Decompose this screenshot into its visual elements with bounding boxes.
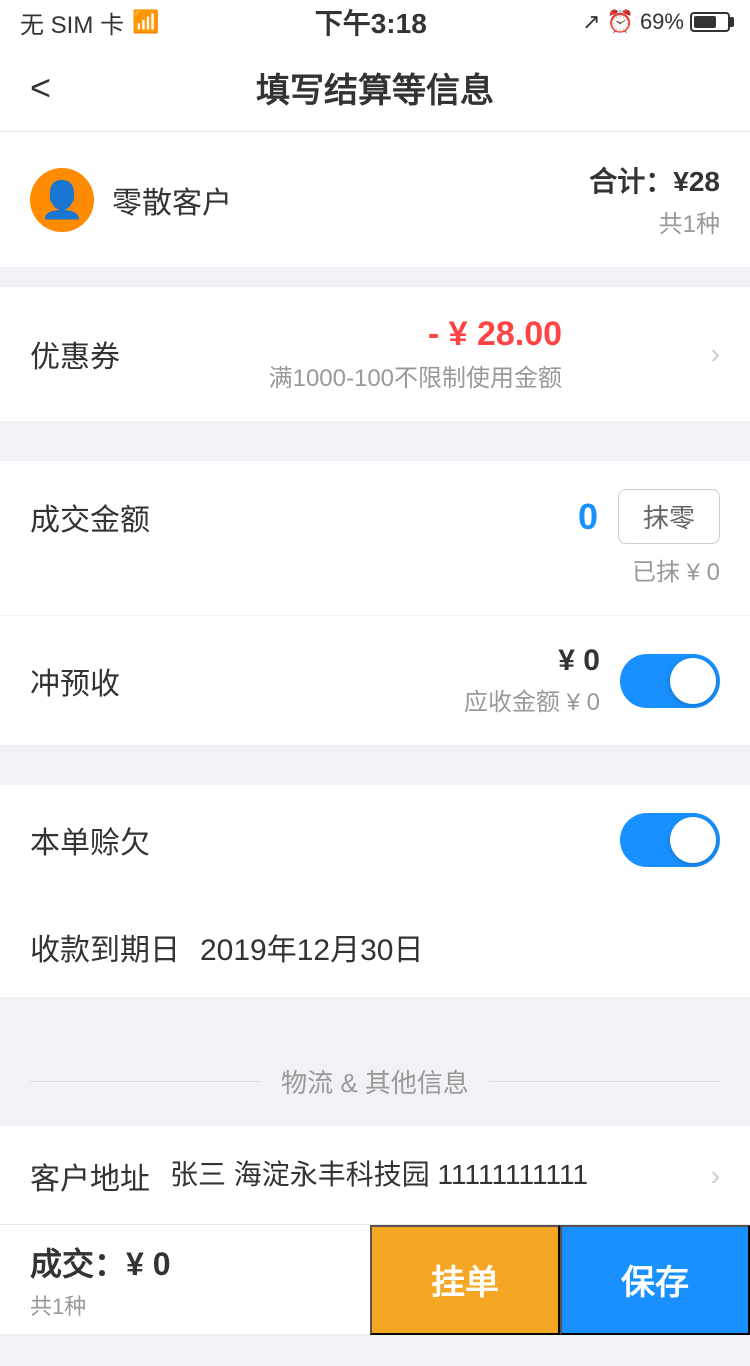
- chevron-right-icon: ›: [711, 338, 720, 370]
- precollect-row: 冲预收 ¥ 0 应收金额 ¥ 0: [0, 615, 750, 745]
- logistics-text: 物流 & 其他信息: [281, 1063, 469, 1100]
- debt-toggle-knob: [670, 817, 716, 863]
- customer-name: 零散客户: [112, 178, 232, 222]
- battery-percent: 69%: [640, 9, 684, 35]
- precollect-sub: 应收金额 ¥ 0: [464, 682, 600, 717]
- toggle-knob: [670, 658, 716, 704]
- customer-row: 👤 零散客户 合计：¥28 共1种: [0, 132, 750, 267]
- customer-section: 👤 零散客户 合计：¥28 共1种: [0, 132, 750, 267]
- carrier-label: 无 SIM 卡: [20, 5, 124, 40]
- amount-value: 0: [558, 496, 598, 538]
- bottom-bar: 成交：¥ 0 共1种 挂单 保存: [0, 1224, 750, 1334]
- logistics-line-left: [30, 1081, 261, 1082]
- coupon-section[interactable]: 优惠券 - ¥ 28.00 满1000-100不限制使用金额 ›: [0, 287, 750, 421]
- address-chevron-icon: ›: [711, 1160, 720, 1192]
- total-sub: 共1种: [589, 204, 720, 239]
- debt-section: 本单赊欠 收款到期日 2019年12月30日: [0, 785, 750, 997]
- divider-2: [0, 765, 750, 785]
- duedate-label: 收款到期日: [30, 925, 180, 969]
- bottom-count: 共1种: [30, 1289, 340, 1321]
- status-right: ↗ ⏰ 69%: [582, 9, 730, 35]
- total-amount-value: ¥28: [673, 166, 720, 197]
- address-value: 张三 海淀永丰科技园 11111111111: [170, 1154, 588, 1196]
- location-icon: ↗: [582, 9, 600, 35]
- back-button[interactable]: <: [20, 57, 61, 119]
- logistics-line-right: [489, 1081, 720, 1082]
- coupon-right-wrap: - ¥ 28.00 满1000-100不限制使用金额: [269, 315, 562, 393]
- customer-right: 合计：¥28 共1种: [589, 160, 720, 239]
- coupon-row[interactable]: 优惠券 - ¥ 28.00 满1000-100不限制使用金额 ›: [0, 287, 750, 421]
- status-bar: 无 SIM 卡 📶 下午3:18 ↗ ⏰ 69%: [0, 0, 750, 44]
- coupon-label: 优惠券: [30, 332, 120, 376]
- coupon-desc: 满1000-100不限制使用金额: [269, 358, 562, 393]
- debt-toggle[interactable]: [620, 813, 720, 867]
- address-row[interactable]: 客户地址 张三 海淀永丰科技园 11111111111 ›: [0, 1126, 750, 1226]
- amount-label: 成交金额: [30, 495, 150, 539]
- address-left: 客户地址 张三 海淀永丰科技园 11111111111: [30, 1154, 588, 1198]
- round-zero-button[interactable]: 抹零: [618, 489, 720, 544]
- amount-row: 成交金额 0 抹零: [30, 489, 720, 544]
- content: 👤 零散客户 合计：¥28 共1种 优惠券 - ¥ 28.00 满1000-10…: [0, 132, 750, 1366]
- total-amount-label: 合计：¥28: [589, 160, 720, 200]
- battery-icon: [690, 12, 730, 32]
- address-label: 客户地址: [30, 1154, 150, 1198]
- debt-row: 本单赊欠: [0, 785, 750, 895]
- duedate-row: 收款到期日 2019年12月30日: [30, 925, 720, 969]
- precollect-val: ¥ 0: [464, 644, 600, 678]
- wifi-icon: 📶: [132, 9, 159, 35]
- avatar-icon: 👤: [40, 179, 85, 221]
- amount-right: 0 抹零: [558, 489, 720, 544]
- deal-label: 成交：: [30, 1246, 126, 1282]
- status-left: 无 SIM 卡 📶: [20, 5, 159, 40]
- amount-sub: 已抹 ¥ 0: [632, 559, 720, 586]
- time-label: 下午3:18: [315, 2, 427, 42]
- alarm-icon: ⏰: [607, 9, 634, 35]
- page-title: 填写结算等信息: [256, 63, 494, 112]
- duedate-section: 收款到期日 2019年12月30日: [0, 897, 750, 997]
- battery-fill: [694, 16, 716, 28]
- precollect-right: ¥ 0 应收金额 ¥ 0: [464, 644, 720, 717]
- precollect-label: 冲预收: [30, 659, 120, 703]
- customer-left: 👤 零散客户: [30, 168, 232, 232]
- bottom-deal: 成交：¥ 0: [30, 1239, 340, 1285]
- coupon-amount: - ¥ 28.00: [269, 315, 562, 354]
- divider-3: [0, 1017, 750, 1037]
- nav-bar: < 填写结算等信息: [0, 44, 750, 132]
- precollect-toggle[interactable]: [620, 654, 720, 708]
- deal-amount: ¥ 0: [126, 1246, 170, 1282]
- debt-label: 本单赊欠: [30, 818, 150, 862]
- address-section: 客户地址 张三 海淀永丰科技园 11111111111 ›: [0, 1126, 750, 1226]
- divider-1: [0, 441, 750, 461]
- amount-section: 成交金额 0 抹零 已抹 ¥ 0 冲预收 ¥ 0 应收金额 ¥ 0: [0, 461, 750, 745]
- save-button[interactable]: 保存: [560, 1225, 750, 1335]
- logistics-divider: 物流 & 其他信息: [0, 1037, 750, 1126]
- precollect-amounts: ¥ 0 应收金额 ¥ 0: [464, 644, 600, 717]
- amount-inner: 成交金额 0 抹零 已抹 ¥ 0: [0, 461, 750, 615]
- avatar: 👤: [30, 168, 94, 232]
- duedate-value: 2019年12月30日: [200, 925, 423, 969]
- hold-order-button[interactable]: 挂单: [370, 1225, 560, 1335]
- bottom-info: 成交：¥ 0 共1种: [0, 1239, 370, 1321]
